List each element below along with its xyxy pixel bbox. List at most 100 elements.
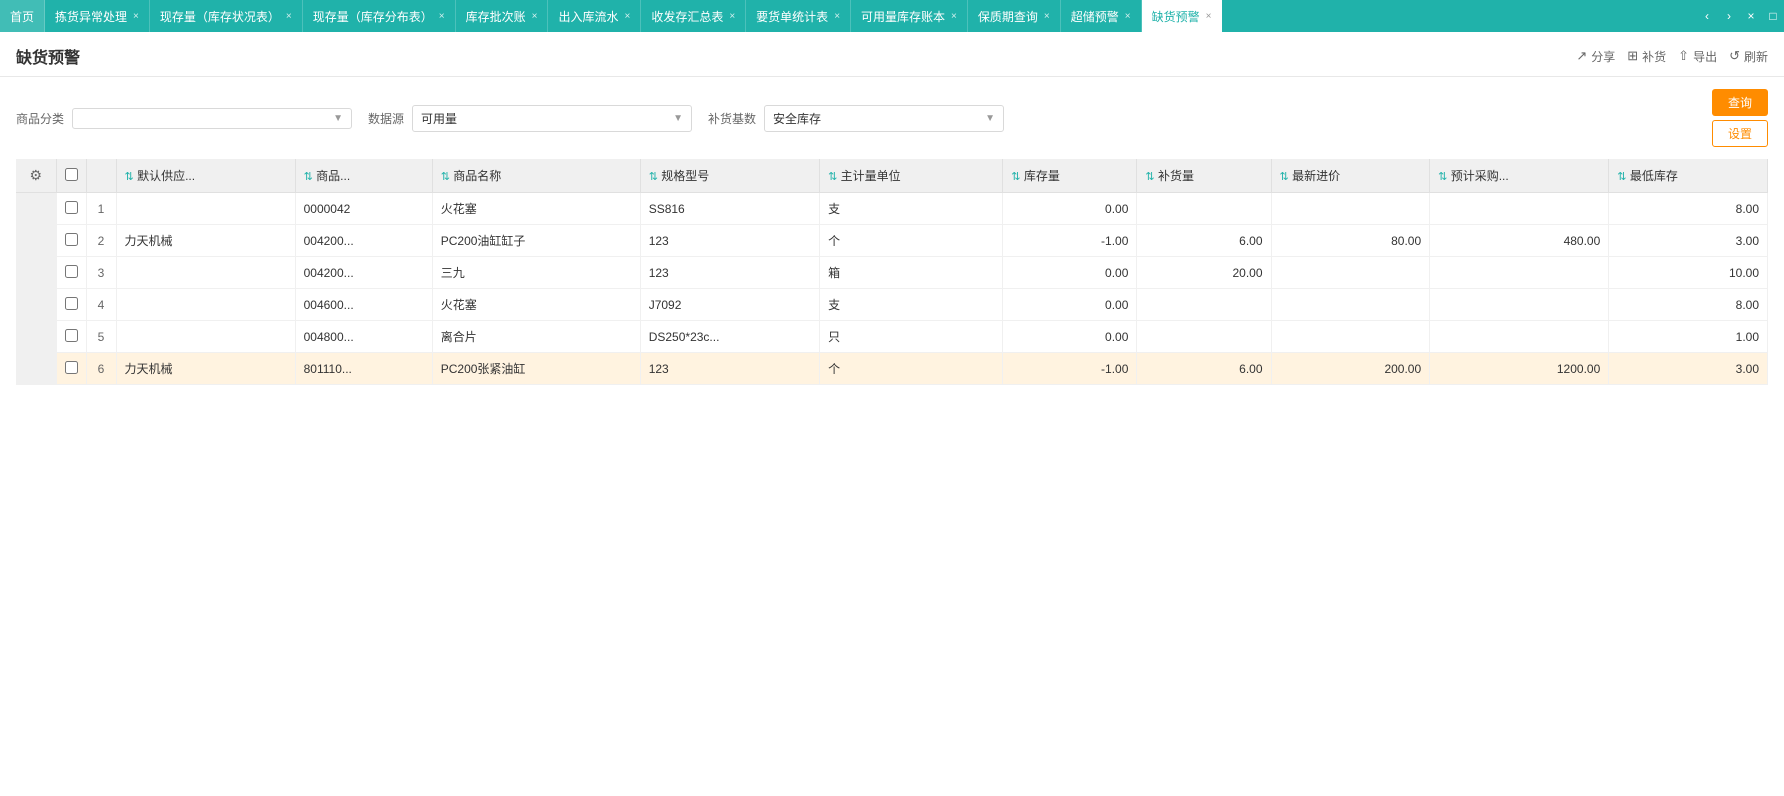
sort-icon-supplier: ⇅ <box>125 171 134 183</box>
refresh-button[interactable]: ↺ 刷新 <box>1729 48 1768 65</box>
tab-stock-dist[interactable]: 现存量（库存分布表） × <box>303 0 456 32</box>
tab-avail-ledger[interactable]: 可用量库存账本 × <box>851 0 968 32</box>
tab-requisition-close[interactable]: × <box>834 11 840 22</box>
table-row: 5 004800... 离合片 DS250*23c... 只 0.00 1.00 <box>16 321 1768 353</box>
replenish-basis-select[interactable]: 安全库存 ▼ <box>764 105 1004 132</box>
tab-recv-total[interactable]: 收发存汇总表 × <box>641 0 746 32</box>
tab-batch-account[interactable]: 库存批次账 × <box>456 0 549 32</box>
row-min-0: 8.00 <box>1609 193 1768 225</box>
row-replenish-1: 6.00 <box>1137 225 1271 257</box>
tab-stock-dist-close[interactable]: × <box>439 11 445 22</box>
tab-abnormal-close[interactable]: × <box>133 11 139 22</box>
row-name-5: PC200张紧油缸 <box>432 353 640 385</box>
select-all-checkbox[interactable] <box>65 168 78 181</box>
tab-prev-btn[interactable]: ‹ <box>1696 0 1718 32</box>
row-checkbox-0[interactable] <box>65 201 78 214</box>
category-select[interactable]: ▼ <box>72 108 352 129</box>
col-stock-label: 库存量 <box>1024 169 1060 183</box>
row-name-1: PC200油缸缸子 <box>432 225 640 257</box>
col-check[interactable] <box>56 159 86 193</box>
row-stock-1: -1.00 <box>1003 225 1137 257</box>
row-checkbox-5[interactable] <box>65 361 78 374</box>
tab-shortage-close[interactable]: × <box>1206 11 1212 22</box>
sort-icon-replenish: ⇅ <box>1145 171 1154 183</box>
col-product-code[interactable]: ⇅ 商品... <box>295 159 432 193</box>
row-replenish-5: 6.00 <box>1137 353 1271 385</box>
sort-icon-price: ⇅ <box>1280 171 1289 183</box>
col-unit-label: 主计量单位 <box>841 169 901 183</box>
col-stock[interactable]: ⇅ 库存量 <box>1003 159 1137 193</box>
main-content: 缺货预警 ↗ 分享 ⊞ 补货 ⇧ 导出 ↺ 刷新 商品分类 <box>0 32 1784 796</box>
refresh-icon: ↺ <box>1729 48 1740 64</box>
tab-expiry-close[interactable]: × <box>1044 11 1050 22</box>
sort-icon-unit: ⇅ <box>828 171 837 183</box>
row-unit-1: 个 <box>820 225 1003 257</box>
replenish-button[interactable]: ⊞ 补货 <box>1627 48 1666 65</box>
row-code-5: 801110... <box>295 353 432 385</box>
refresh-label: 刷新 <box>1744 48 1768 65</box>
row-est-2 <box>1430 257 1609 289</box>
row-check-3[interactable] <box>56 289 86 321</box>
row-checkbox-3[interactable] <box>65 297 78 310</box>
col-replenish[interactable]: ⇅ 补货量 <box>1137 159 1271 193</box>
share-button[interactable]: ↗ 分享 <box>1576 48 1615 65</box>
tab-in-out-flow[interactable]: 出入库流水 × <box>548 0 641 32</box>
tab-recv-total-label: 收发存汇总表 <box>651 8 723 25</box>
tab-shortage-label: 缺货预警 <box>1152 8 1200 25</box>
query-button[interactable]: 查询 <box>1712 89 1768 116</box>
row-check-1[interactable] <box>56 225 86 257</box>
sort-icon-code: ⇅ <box>304 171 313 183</box>
col-min-stock[interactable]: ⇅ 最低库存 <box>1609 159 1768 193</box>
tab-avail-ledger-close[interactable]: × <box>951 11 957 22</box>
export-button[interactable]: ⇧ 导出 <box>1678 48 1717 65</box>
col-num <box>86 159 116 193</box>
table-header-row: ⚙ ⇅ 默认供应... ⇅ 商品... ⇅ <box>16 159 1768 193</box>
row-check-5[interactable] <box>56 353 86 385</box>
tab-bar: 首页 拣货异常处理 × 现存量（库存状况表） × 现存量（库存分布表） × 库存… <box>0 0 1784 32</box>
tab-batch-account-close[interactable]: × <box>532 11 538 22</box>
datasource-select[interactable]: 可用量 ▼ <box>412 105 692 132</box>
tab-overstock-close[interactable]: × <box>1125 11 1131 22</box>
tab-home[interactable]: 首页 <box>0 0 45 32</box>
tab-shortage[interactable]: 缺货预警 × <box>1142 0 1223 32</box>
category-chevron-down-icon: ▼ <box>333 113 343 124</box>
col-unit[interactable]: ⇅ 主计量单位 <box>820 159 1003 193</box>
row-num-3: 4 <box>86 289 116 321</box>
row-price-3 <box>1271 289 1430 321</box>
tab-stock-status-close[interactable]: × <box>286 11 292 22</box>
tab-in-out-flow-label: 出入库流水 <box>558 8 618 25</box>
tab-in-out-flow-close[interactable]: × <box>624 11 630 22</box>
row-check-4[interactable] <box>56 321 86 353</box>
tab-expiry[interactable]: 保质期查询 × <box>968 0 1061 32</box>
col-price-label: 最新进价 <box>1292 169 1340 183</box>
col-product-name[interactable]: ⇅ 商品名称 <box>432 159 640 193</box>
tab-recv-total-close[interactable]: × <box>729 11 735 22</box>
row-check-0[interactable] <box>56 193 86 225</box>
row-stock-3: 0.00 <box>1003 289 1137 321</box>
row-checkbox-1[interactable] <box>65 233 78 246</box>
tab-stock-dist-label: 现存量（库存分布表） <box>313 8 433 25</box>
filter-bar: 商品分类 ▼ 数据源 可用量 ▼ 补货基数 安全库存 ▼ 查询 设置 <box>0 77 1784 159</box>
col-latest-price[interactable]: ⇅ 最新进价 <box>1271 159 1430 193</box>
setting-button[interactable]: 设置 <box>1712 120 1768 147</box>
row-checkbox-4[interactable] <box>65 329 78 342</box>
row-checkbox-2[interactable] <box>65 265 78 278</box>
header-actions: ↗ 分享 ⊞ 补货 ⇧ 导出 ↺ 刷新 <box>1576 48 1768 65</box>
tab-next-btn[interactable]: › <box>1718 0 1740 32</box>
tab-abnormal[interactable]: 拣货异常处理 × <box>45 0 150 32</box>
tab-maximize-btn[interactable]: □ <box>1762 0 1784 32</box>
tab-requisition[interactable]: 要货单统计表 × <box>746 0 851 32</box>
col-settings[interactable]: ⚙ <box>16 159 56 193</box>
row-price-0 <box>1271 193 1430 225</box>
col-est-purchase[interactable]: ⇅ 预计采购... <box>1430 159 1609 193</box>
row-check-2[interactable] <box>56 257 86 289</box>
tab-stock-status[interactable]: 现存量（库存状况表） × <box>150 0 303 32</box>
tab-close-btn[interactable]: × <box>1740 0 1762 32</box>
replenish-basis-filter-group: 补货基数 安全库存 ▼ <box>708 105 1004 132</box>
tab-overstock[interactable]: 超储预警 × <box>1061 0 1142 32</box>
row-est-0 <box>1430 193 1609 225</box>
col-default-supplier[interactable]: ⇅ 默认供应... <box>116 159 295 193</box>
sort-icon-spec: ⇅ <box>649 171 658 183</box>
col-spec[interactable]: ⇅ 规格型号 <box>640 159 819 193</box>
row-est-3 <box>1430 289 1609 321</box>
